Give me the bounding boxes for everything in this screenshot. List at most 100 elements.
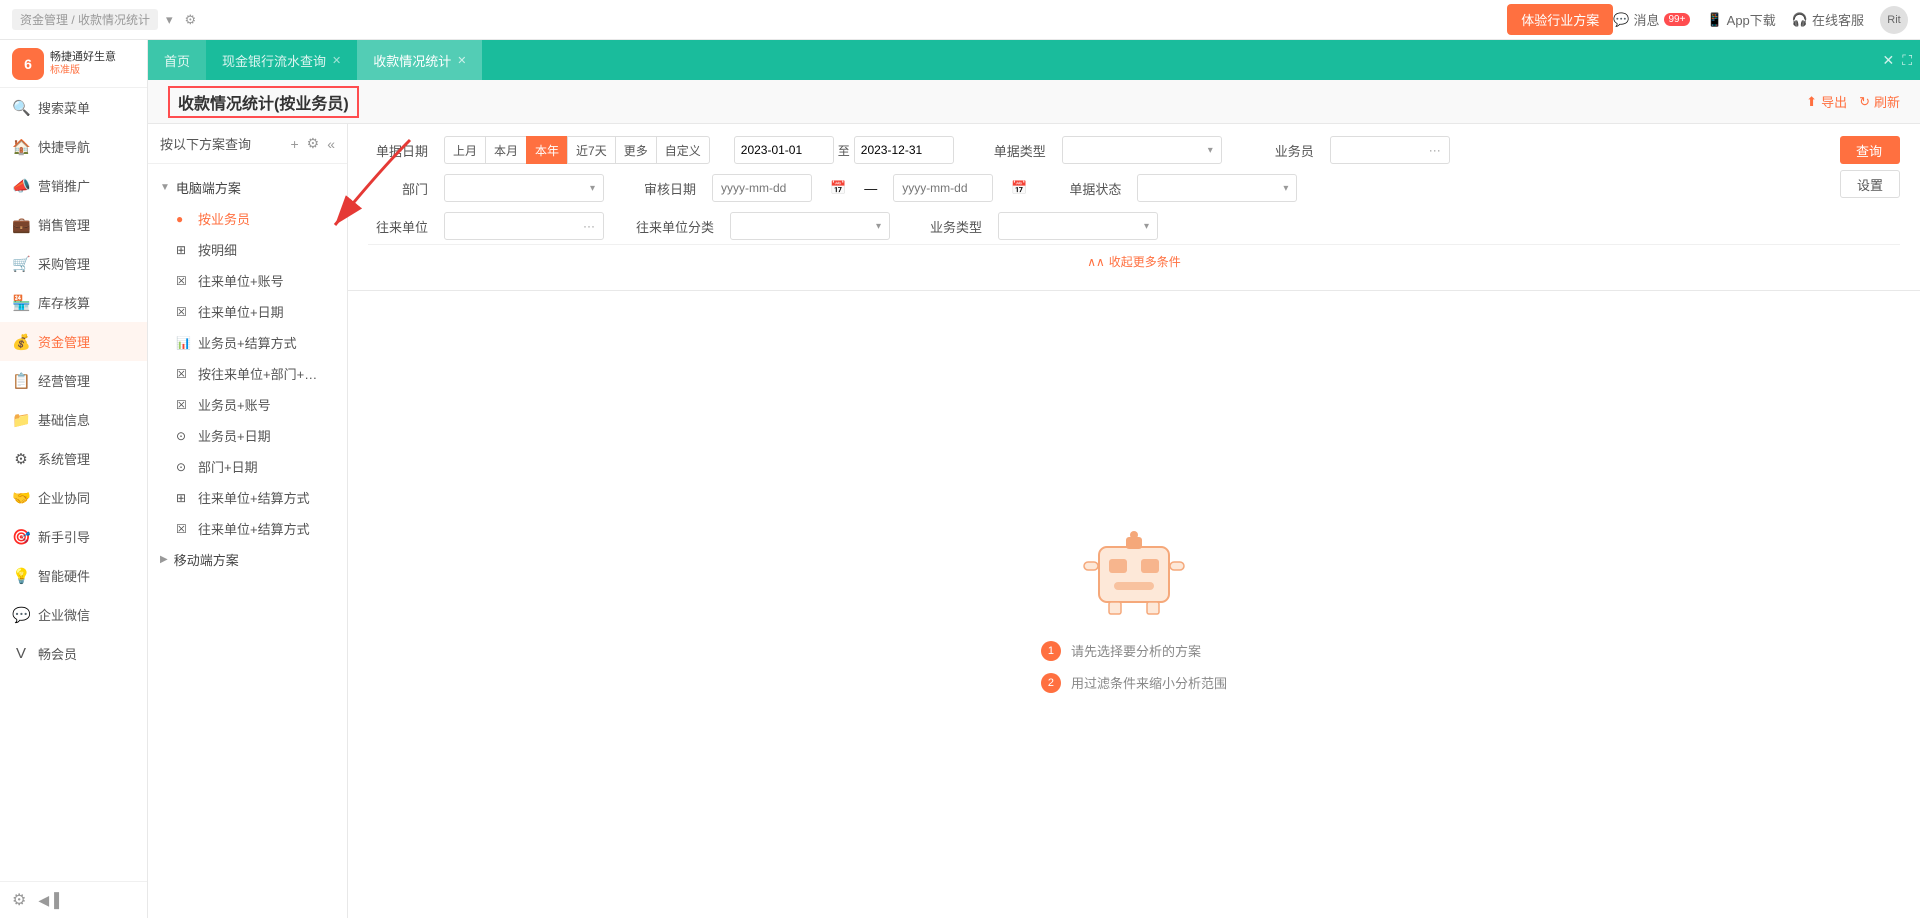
tab-receipt-stat-label: 收款情况统计 <box>373 51 451 70</box>
window-close-icon[interactable]: ✕ <box>1882 52 1894 69</box>
refresh-button[interactable]: ↻ 刷新 <box>1859 92 1900 111</box>
tab-bank-flow-close-icon[interactable]: ✕ <box>332 54 341 67</box>
tree-group-mobile-label: 移动端方案 <box>174 550 239 569</box>
sidebar-item-hardware[interactable]: 💡智能硬件 <box>0 556 147 595</box>
date-from-input[interactable] <box>734 136 834 164</box>
sidebar-item-guide[interactable]: 🎯新手引导 <box>0 517 147 556</box>
dept-select[interactable]: ▾ <box>444 174 604 202</box>
export-icon: ⬆ <box>1806 94 1817 110</box>
date-tab-7days[interactable]: 近7天 <box>567 136 615 164</box>
tree-item-salesman-settle[interactable]: 📊 业务员+结算方式 <box>148 327 347 358</box>
tree-item-unit-settle1[interactable]: ⊞ 往来单位+结算方式 <box>148 482 347 513</box>
scheme-collapse-icon[interactable]: « <box>327 136 335 152</box>
unit-settle2-icon: ☒ <box>176 522 192 536</box>
sidebar-item-basic[interactable]: 📁基础信息 <box>0 400 147 439</box>
tree-item-salesman-date[interactable]: ⊙ 业务员+日期 <box>148 420 347 451</box>
tab-receipt-stat-close-icon[interactable]: ✕ <box>457 54 466 67</box>
tree-group-desktop[interactable]: ▼ 电脑端方案 <box>148 172 347 203</box>
tree-item-by-salesman[interactable]: ● 按业务员 <box>148 203 347 234</box>
unit-account-icon: ☒ <box>176 274 192 288</box>
scheme-settings-icon[interactable]: ⚙ <box>307 135 320 152</box>
query-button[interactable]: 查询 <box>1840 136 1900 164</box>
counterpart-class-select[interactable]: ▾ <box>730 212 890 240</box>
sidebar-item-sales[interactable]: 💼销售管理 <box>0 205 147 244</box>
sidebar-collapse-icon[interactable]: ◀▐ <box>38 892 59 909</box>
page-header: 收款情况统计(按业务员) ⬆ 导出 ↻ 刷新 <box>148 80 1920 124</box>
tree-item-dept-date[interactable]: ⊙ 部门+日期 <box>148 451 347 482</box>
tree-item-salesman-account[interactable]: ☒ 业务员+账号 <box>148 389 347 420</box>
date-to-input[interactable] <box>854 136 954 164</box>
counterpart-select[interactable]: ··· <box>444 212 604 240</box>
online-service-button[interactable]: 🎧 在线客服 <box>1792 10 1864 29</box>
date-tab-last-month[interactable]: 上月 <box>444 136 485 164</box>
sidebar-item-system[interactable]: ⚙系统管理 <box>0 439 147 478</box>
tab-bar: 首页 现金银行流水查询 ✕ 收款情况统计 ✕ ✕ ⛶ <box>148 40 1920 80</box>
salesman-select[interactable]: ··· <box>1330 136 1450 164</box>
tree-item-unit-account[interactable]: ☒ 往来单位+账号 <box>148 265 347 296</box>
tree-item-by-detail[interactable]: ⊞ 按明细 <box>148 234 347 265</box>
sidebar-settings-icon[interactable]: ⚙ <box>12 890 26 910</box>
sidebar-item-member[interactable]: V畅会员 <box>0 634 147 673</box>
unit-settle1-icon: ⊞ <box>176 491 192 505</box>
tab-bank-flow[interactable]: 现金银行流水查询 ✕ <box>206 40 357 80</box>
marketing-icon: 📣 <box>12 177 30 195</box>
sidebar-item-finance[interactable]: 💰资金管理 <box>0 322 147 361</box>
wxwork-icon: 💬 <box>12 606 30 624</box>
user-avatar[interactable]: Rit <box>1880 6 1908 34</box>
trial-button[interactable]: 体验行业方案 <box>1507 4 1613 35</box>
empty-step-1: 1 请先选择要分析的方案 <box>1041 641 1227 661</box>
guide-icon: 🎯 <box>12 528 30 546</box>
home-icon: 🏠 <box>12 138 30 156</box>
doc-type-label: 单据类型 <box>986 141 1046 160</box>
doc-status-select[interactable]: ▾ <box>1137 174 1297 202</box>
audit-date-icon-to: 📅 <box>1011 180 1027 196</box>
tree-item-unit-settle2[interactable]: ☒ 往来单位+结算方式 <box>148 513 347 544</box>
sidebar-item-operations[interactable]: 📋经营管理 <box>0 361 147 400</box>
audit-date-to-input[interactable] <box>893 174 993 202</box>
tree-group-desktop-arrow: ▼ <box>160 182 170 193</box>
counterpart-more-icon[interactable]: ··· <box>583 219 595 233</box>
sidebar-item-wxwork[interactable]: 💬企业微信 <box>0 595 147 634</box>
scheme-add-icon[interactable]: + <box>290 136 298 152</box>
sidebar-item-search[interactable]: 🔍搜索菜单 <box>0 88 147 127</box>
inventory-icon: 🏪 <box>12 294 30 312</box>
tree-item-unit-dept-receipt[interactable]: ☒ 按往来单位+部门+收... <box>148 358 347 389</box>
sidebar-item-purchase[interactable]: 🛒采购管理 <box>0 244 147 283</box>
empty-steps: 1 请先选择要分析的方案 2 用过滤条件来缩小分析范围 <box>1041 641 1227 693</box>
filter-row-3: 往来单位 ··· 往来单位分类 ▾ 业务类型 <box>368 212 1824 240</box>
doc-type-select[interactable]: ▾ <box>1062 136 1222 164</box>
biz-type-select[interactable]: ▾ <box>998 212 1158 240</box>
left-panel: 按以下方案查询 + ⚙ « ▼ 电脑端方案 ● 按业务员 <box>148 124 348 918</box>
collab-icon: 🤝 <box>12 489 30 507</box>
export-button[interactable]: ⬆ 导出 <box>1806 92 1847 111</box>
app-download-button[interactable]: 📱 App下载 <box>1706 10 1775 29</box>
date-separator: 至 <box>838 142 850 159</box>
sidebar-item-quicknav[interactable]: 🏠快捷导航 <box>0 127 147 166</box>
biz-type-label: 业务类型 <box>922 217 982 236</box>
tree-group-mobile[interactable]: ▶ 移动端方案 <box>148 544 347 575</box>
step-2-number: 2 <box>1041 673 1061 693</box>
collapse-more-button[interactable]: ∧∧ 收起更多条件 <box>368 244 1900 278</box>
audit-date-from-input[interactable] <box>712 174 812 202</box>
results-area: 1 请先选择要分析的方案 2 用过滤条件来缩小分析范围 <box>348 291 1920 918</box>
sidebar-item-marketing[interactable]: 📣营销推广 <box>0 166 147 205</box>
tab-receipt-stat[interactable]: 收款情况统计 ✕ <box>357 40 482 80</box>
settings-button[interactable]: 设置 <box>1840 170 1900 198</box>
tab-home[interactable]: 首页 <box>148 40 206 80</box>
page-header-actions: ⬆ 导出 ↻ 刷新 <box>1806 92 1900 111</box>
doc-status-label: 单据状态 <box>1061 179 1121 198</box>
counterpart-class-chevron-icon: ▾ <box>876 221 881 232</box>
breadcrumb-chevron-icon[interactable]: ▾ <box>166 12 173 28</box>
sidebar-item-collab[interactable]: 🤝企业协同 <box>0 478 147 517</box>
date-tab-custom[interactable]: 自定义 <box>656 136 710 164</box>
header-gear-icon[interactable]: ⚙ <box>185 12 197 28</box>
message-button[interactable]: 💬 消息 99+ <box>1613 10 1690 29</box>
tree-item-unit-date[interactable]: ☒ 往来单位+日期 <box>148 296 347 327</box>
date-tab-more[interactable]: 更多 <box>615 136 656 164</box>
date-tab-this-month[interactable]: 本月 <box>485 136 526 164</box>
window-expand-icon[interactable]: ⛶ <box>1902 52 1912 69</box>
sidebar-item-inventory[interactable]: 🏪库存核算 <box>0 283 147 322</box>
counterpart-class-label: 往来单位分类 <box>636 217 714 236</box>
salesman-more-icon[interactable]: ··· <box>1429 143 1441 157</box>
date-tab-this-year[interactable]: 本年 <box>526 136 567 164</box>
